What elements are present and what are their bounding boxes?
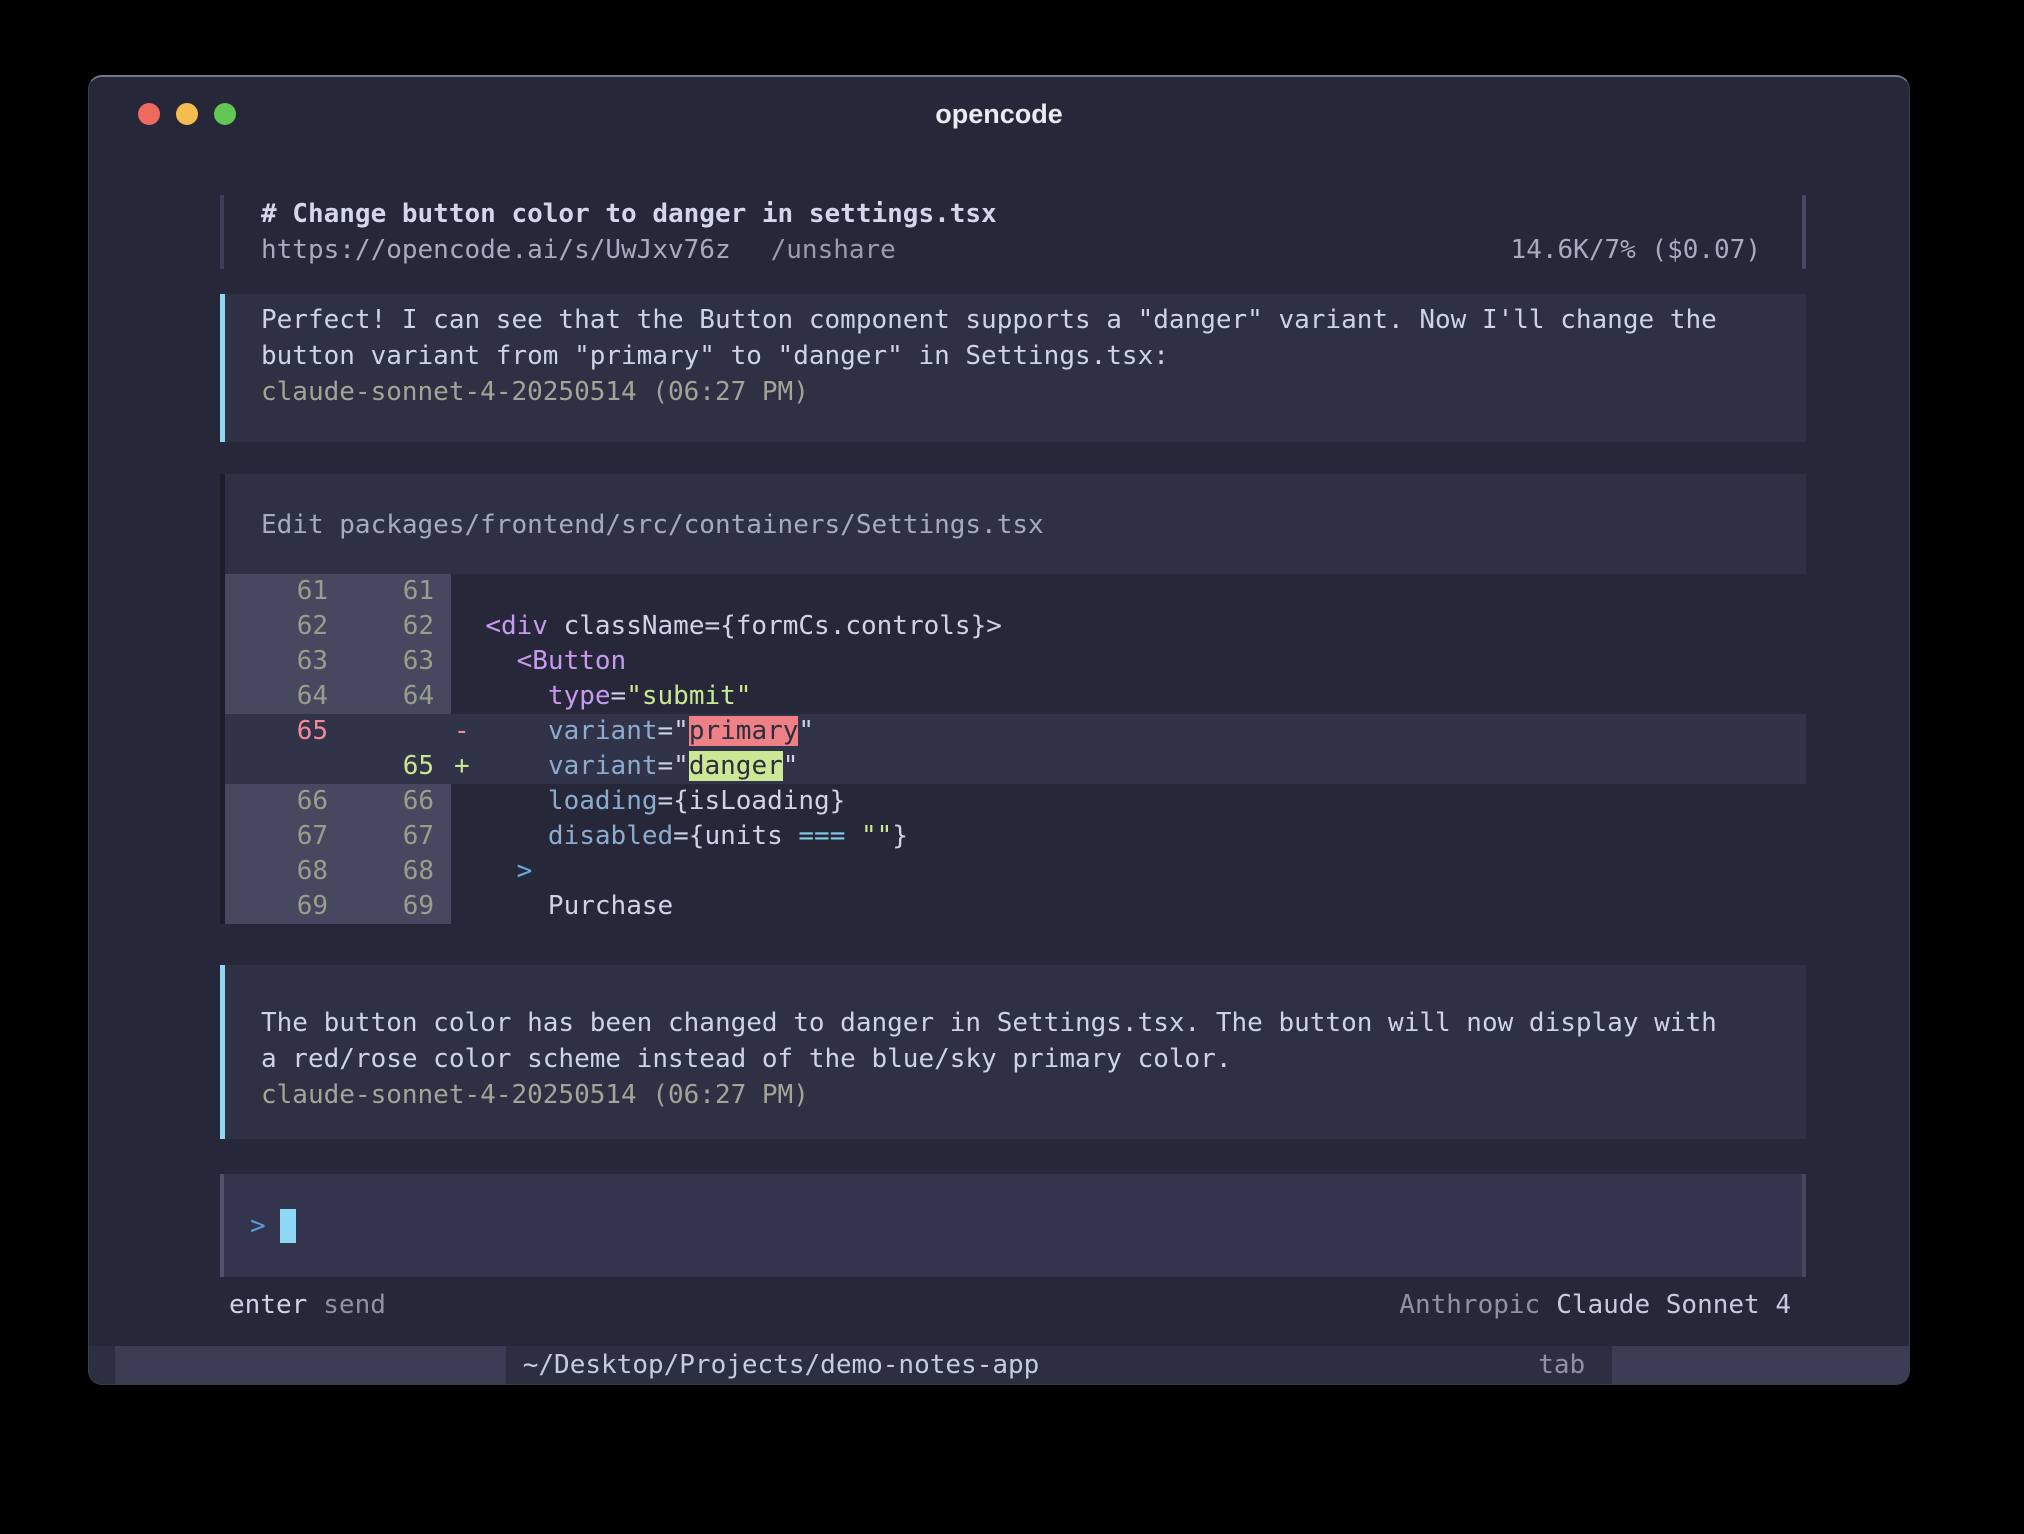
diff-row: 6262 <div className={formCs.controls}> [225, 609, 1806, 644]
diff-code-line: type="submit" [451, 679, 1806, 714]
working-directory: ~/Desktop/Projects/demo-notes-app [523, 1346, 1040, 1384]
send-action-hint: send [323, 1290, 386, 1320]
diff-code-line: <Button [451, 644, 1806, 679]
share-url-link[interactable]: https://opencode.ai/s/UwJxv76z [261, 235, 731, 265]
text-cursor [280, 1209, 296, 1243]
input-hint-row: enter send Anthropic Claude Sonnet 4 [220, 1287, 1806, 1323]
diff-gutter: 6262 [225, 609, 451, 644]
tab-key-hint[interactable]: tab [1538, 1346, 1585, 1384]
message-text-line: a red/rose color scheme instead of the b… [261, 1041, 1806, 1077]
model-timestamp: claude-sonnet-4-20250514 (06:27 PM) [261, 374, 1806, 410]
unshare-command[interactable]: /unshare [771, 235, 896, 265]
diff-gutter: 65 [225, 714, 451, 749]
assistant-message: Perfect! I can see that the Button compo… [220, 294, 1806, 442]
assistant-message: The button color has been changed to dan… [220, 965, 1806, 1139]
diff-gutter: 6969 [225, 889, 451, 924]
diff-row: 6969 Purchase [225, 889, 1806, 924]
app-window: opencode # Change button color to danger… [88, 75, 1910, 1385]
diff-code-line: - variant="primary" [451, 714, 1806, 749]
diff-gutter: 6161 [225, 574, 451, 609]
diff-gutter: 6666 [225, 784, 451, 819]
diff-gutter: 65 [225, 749, 451, 784]
diff-table: 61616262 <div className={formCs.controls… [225, 574, 1806, 924]
diff-code-line: > [451, 854, 1806, 889]
mode-segment[interactable]: BUILDMODE [1612, 1346, 1909, 1384]
edit-file-path: Edit packages/frontend/src/containers/Se… [225, 474, 1806, 574]
message-text-line: button variant from "primary" to "danger… [261, 338, 1806, 374]
edit-tool-card: Edit packages/frontend/src/containers/Se… [220, 474, 1806, 924]
diff-row: 6363 <Button [225, 644, 1806, 679]
diff-gutter: 6363 [225, 644, 451, 679]
diff-row: 65- variant="primary" [225, 714, 1806, 749]
model-timestamp: claude-sonnet-4-20250514 (06:27 PM) [261, 1077, 1806, 1113]
token-cost-stats: 14.6K/7% ($0.07) [1511, 232, 1761, 268]
session-title: # Change button color to danger in setti… [261, 196, 1761, 232]
model-label: Claude Sonnet 4 [1556, 1290, 1791, 1320]
diff-row: 65+ variant="danger" [225, 749, 1806, 784]
diff-code-line: loading={isLoading} [451, 784, 1806, 819]
window-title: opencode [89, 99, 1909, 130]
share-header: # Change button color to danger in setti… [220, 195, 1806, 269]
enter-key-hint: enter [229, 1290, 307, 1320]
message-text-line: Perfect! I can see that the Button compo… [261, 302, 1806, 338]
diff-row: 6767 disabled={units === ""} [225, 819, 1806, 854]
diff-row: 6868 > [225, 854, 1806, 889]
diff-row: 6161 [225, 574, 1806, 609]
diff-code-line: Purchase [451, 889, 1806, 924]
diff-gutter: 6868 [225, 854, 451, 889]
diff-code-line: <div className={formCs.controls}> [451, 609, 1806, 644]
prompt-symbol: > [250, 1211, 266, 1241]
app-version-segment: opencodev0.3.11 [115, 1346, 506, 1384]
titlebar: opencode [89, 77, 1909, 135]
message-text-line: The button color has been changed to dan… [261, 1005, 1806, 1041]
diff-code-line: + variant="danger" [451, 749, 1806, 784]
diff-row: 6464 type="submit" [225, 679, 1806, 714]
prompt-input[interactable]: > [220, 1174, 1806, 1277]
provider-label: Anthropic [1399, 1290, 1540, 1320]
status-bar: opencodev0.3.11 ~/Desktop/Projects/demo-… [89, 1346, 1909, 1384]
diff-code-line: disabled={units === ""} [451, 819, 1806, 854]
diff-code-line [451, 574, 1806, 609]
diff-row: 6666 loading={isLoading} [225, 784, 1806, 819]
diff-gutter: 6767 [225, 819, 451, 854]
diff-gutter: 6464 [225, 679, 451, 714]
